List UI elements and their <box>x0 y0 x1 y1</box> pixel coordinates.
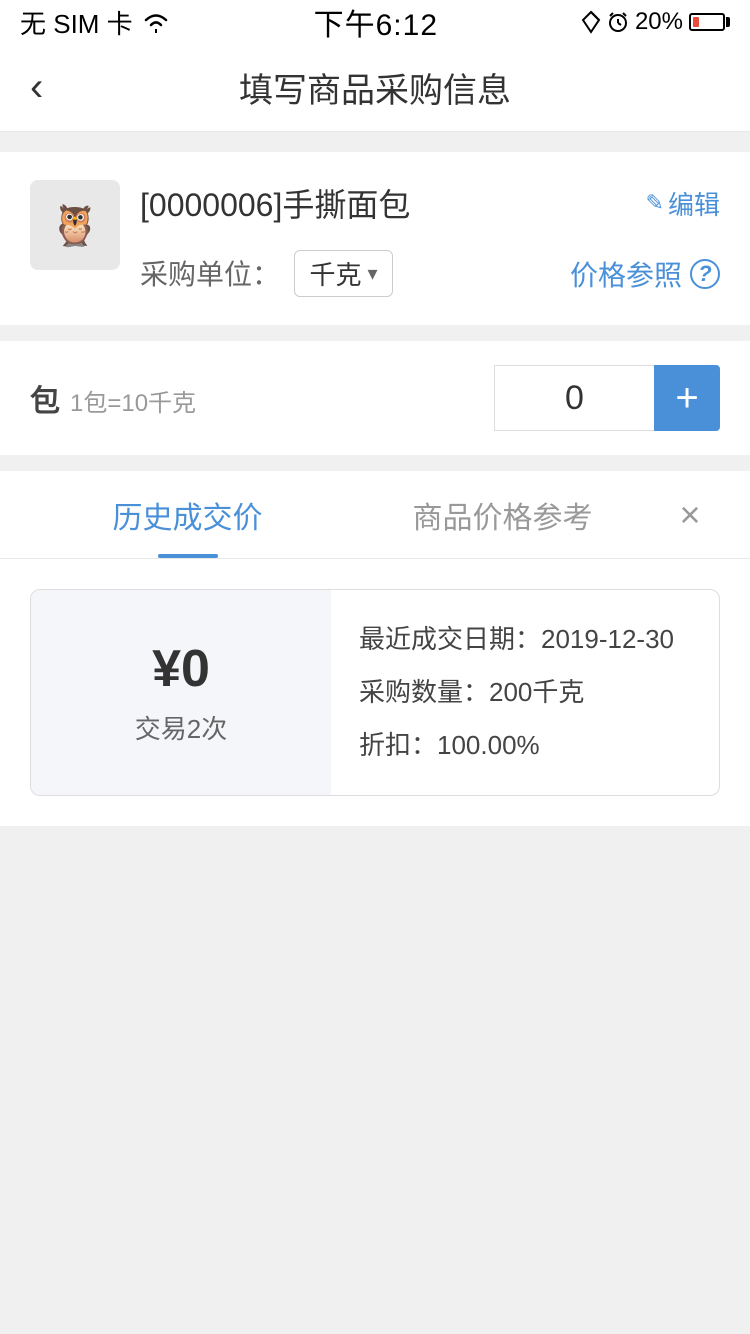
tabs-header: 历史成交价 商品价格参考 × <box>0 471 750 559</box>
unit-value: 千克 <box>309 255 361 292</box>
tab-price-ref-label: 商品价格参考 <box>413 493 593 537</box>
date-label: 最近成交日期： <box>359 624 541 654</box>
product-unit-row: 采购单位： 千克 ▾ 价格参照 ? <box>140 250 720 297</box>
history-price-value: ¥0 <box>152 640 210 698</box>
history-transactions: 交易2次 <box>135 709 227 746</box>
discount-label: 折扣： <box>359 730 437 760</box>
wifi-icon <box>141 11 171 33</box>
history-detail-quantity: 采购数量：200千克 <box>359 673 691 712</box>
quantity-controls: 0 + <box>494 365 720 431</box>
tab-active-indicator <box>158 554 218 558</box>
tab-content-history: ¥0 交易2次 最近成交日期：2019-12-30 采购数量：200千克 折扣：… <box>0 559 750 826</box>
tabs-section: 历史成交价 商品价格参考 × ¥0 交易2次 最近成交日期：2019-12-30… <box>0 471 750 826</box>
package-note: 1包=10千克 <box>70 383 196 418</box>
quantity-value: 0 <box>565 379 584 418</box>
package-icon: 包 <box>30 376 60 420</box>
tab-history-price[interactable]: 历史成交价 <box>30 471 345 558</box>
product-info: [0000006]手撕面包 ✎ 编辑 采购单位： 千克 ▾ 价格参照 ? <box>140 180 720 297</box>
product-thumbnail: 🦉 <box>30 180 120 270</box>
history-price-block: ¥0 交易2次 <box>31 590 331 795</box>
carrier-text: 无 SIM 卡 <box>20 4 133 41</box>
product-header: 🦉 [0000006]手撕面包 ✎ 编辑 采购单位： 千克 ▾ <box>30 180 720 297</box>
product-name: [0000006]手撕面包 <box>140 180 410 226</box>
product-name-row: [0000006]手撕面包 ✎ 编辑 <box>140 180 720 226</box>
edit-icon: ✎ <box>646 190 664 216</box>
product-image: 🦉 <box>50 202 100 249</box>
dropdown-arrow-icon: ▾ <box>367 261 377 286</box>
history-card: ¥0 交易2次 最近成交日期：2019-12-30 采购数量：200千克 折扣：… <box>30 589 720 796</box>
price-ref-label: 价格参照 <box>570 254 682 294</box>
price-ref-button[interactable]: 价格参照 ? <box>570 254 720 294</box>
qty-value: 200千克 <box>489 677 584 707</box>
status-carrier: 无 SIM 卡 <box>20 4 171 41</box>
battery-percent: 20% <box>635 8 683 36</box>
history-detail-date: 最近成交日期：2019-12-30 <box>359 620 691 659</box>
edit-link[interactable]: ✎ 编辑 <box>646 185 720 222</box>
quantity-input[interactable]: 0 <box>494 365 654 431</box>
product-card: 🦉 [0000006]手撕面包 ✎ 编辑 采购单位： 千克 ▾ <box>0 152 750 325</box>
history-details: 最近成交日期：2019-12-30 采购数量：200千克 折扣：100.00% <box>331 590 719 795</box>
quantity-plus-button[interactable]: + <box>654 365 720 431</box>
tab-history-label: 历史成交价 <box>113 493 263 537</box>
quantity-label: 包 1包=10千克 <box>30 376 196 420</box>
section-divider <box>0 325 750 341</box>
date-value: 2019-12-30 <box>541 624 674 654</box>
status-bar: 无 SIM 卡 下午6:12 20% <box>0 0 750 44</box>
discount-value: 100.00% <box>437 730 540 760</box>
price-ref-info-icon: ? <box>690 259 720 289</box>
location-icon <box>581 10 601 34</box>
back-button[interactable]: ‹ <box>20 55 53 120</box>
unit-area: 采购单位： 千克 ▾ <box>140 250 393 297</box>
edit-label: 编辑 <box>668 185 720 222</box>
unit-label: 采购单位： <box>140 259 280 290</box>
status-right-area: 20% <box>581 8 730 36</box>
nav-bar: ‹ 填写商品采购信息 <box>0 44 750 132</box>
quantity-row: 包 1包=10千克 0 + <box>0 341 750 455</box>
unit-select[interactable]: 千克 ▾ <box>294 250 392 297</box>
tab-close-button[interactable]: × <box>660 485 720 545</box>
battery-icon <box>689 13 730 31</box>
page-title: 填写商品采购信息 <box>239 63 511 112</box>
qty-label: 采购数量： <box>359 677 489 707</box>
history-detail-discount: 折扣：100.00% <box>359 726 691 765</box>
history-price: ¥0 <box>152 639 210 699</box>
tab-price-reference[interactable]: 商品价格参考 <box>345 471 660 558</box>
alarm-icon <box>607 11 629 33</box>
status-time: 下午6:12 <box>314 0 438 44</box>
